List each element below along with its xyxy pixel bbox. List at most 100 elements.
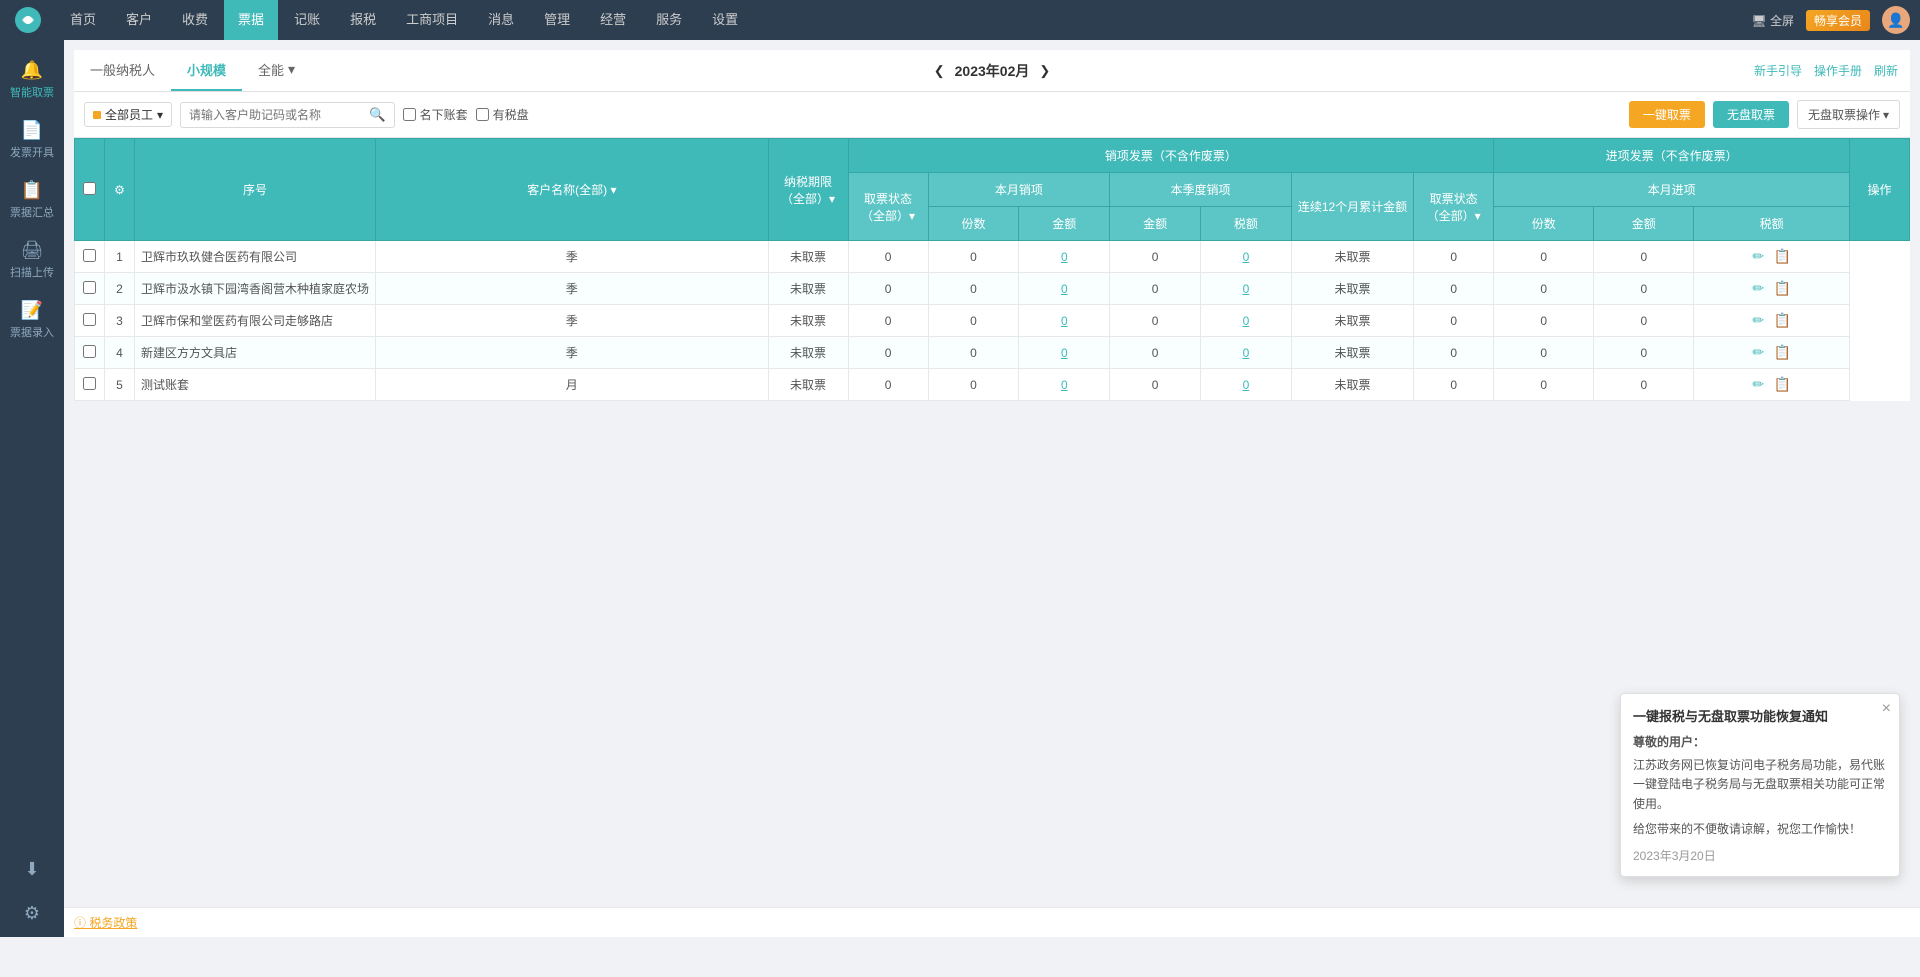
row-p-tax: 0 xyxy=(1594,305,1694,337)
row-p-count: 0 xyxy=(1414,305,1494,337)
checkbox-my-accounts[interactable]: 名下账套 xyxy=(403,106,468,123)
row-checkbox-input[interactable] xyxy=(83,249,96,262)
edit-icon[interactable]: ✏ xyxy=(1752,312,1764,328)
edit-icon[interactable]: ✏ xyxy=(1752,280,1764,296)
detail-icon[interactable]: 📋 xyxy=(1774,376,1791,392)
row-checkbox[interactable] xyxy=(75,241,105,273)
sidebar-label-invoice-open: 发票开具 xyxy=(10,144,54,160)
row-checkbox[interactable] xyxy=(75,305,105,337)
row-sq-amount: 0 xyxy=(1019,369,1110,401)
tax-policy-link[interactable]: ⓘ 税务政策 xyxy=(74,914,137,931)
search-button[interactable]: 🔍 xyxy=(361,103,394,127)
top-nav-right: 🖥 全屏 畅享会员 👤 xyxy=(1751,6,1910,34)
row-checkbox-input[interactable] xyxy=(83,345,96,358)
table-row: 3 卫辉市保和堂医药有限公司走够路店 季 未取票 0 0 0 0 0 未取票 0… xyxy=(75,305,1910,337)
edit-icon[interactable]: ✏ xyxy=(1752,376,1764,392)
row-s-count: 0 xyxy=(848,305,928,337)
nav-business[interactable]: 工商项目 xyxy=(392,0,472,40)
row-no-seq: 3 xyxy=(105,305,135,337)
nav-invoice[interactable]: 票据 xyxy=(224,0,278,40)
nav-management[interactable]: 管理 xyxy=(530,0,584,40)
sidebar-item-help[interactable]: ⚙ xyxy=(0,893,64,937)
row-p-status: 未取票 xyxy=(1291,369,1413,401)
row-cumulative: 0 xyxy=(1201,369,1292,401)
nav-settings[interactable]: 设置 xyxy=(698,0,752,40)
row-s-amount: 0 xyxy=(928,369,1019,401)
row-checkbox-input[interactable] xyxy=(83,377,96,390)
table-row: 4 新建区方方文具店 季 未取票 0 0 0 0 0 未取票 0 0 0 ✏ 📋 xyxy=(75,337,1910,369)
nav-message[interactable]: 消息 xyxy=(474,0,528,40)
manual-btn[interactable]: 操作手册 xyxy=(1814,62,1862,79)
one-click-ticket-btn[interactable]: 一键取票 xyxy=(1629,101,1705,128)
invoice-summary-icon: 📋 xyxy=(21,180,43,201)
detail-icon[interactable]: 📋 xyxy=(1774,280,1791,296)
nav-tax[interactable]: 报税 xyxy=(336,0,390,40)
nav-service[interactable]: 服务 xyxy=(642,0,696,40)
search-input[interactable] xyxy=(181,104,361,126)
row-p-count: 0 xyxy=(1414,273,1494,305)
guide-btn[interactable]: 新手引导 xyxy=(1754,62,1802,79)
tabs-right-actions: 新手引导 操作手册 刷新 xyxy=(1754,62,1910,79)
edit-icon[interactable]: ✏ xyxy=(1752,344,1764,360)
employee-select[interactable]: 全部员工 ▾ xyxy=(84,102,172,127)
sub-mp-tax: 税额 xyxy=(1694,207,1850,241)
notification-popup: × 一键报税与无盘取票功能恢复通知 尊敬的用户： 江苏政务网已恢复访问电子税务局… xyxy=(1620,693,1900,877)
nav-home[interactable]: 首页 xyxy=(56,0,110,40)
sub-quarterly-sales: 本季度销项 xyxy=(1110,173,1292,207)
avatar[interactable]: 👤 xyxy=(1882,6,1910,34)
detail-icon[interactable]: 📋 xyxy=(1774,312,1791,328)
tab-general[interactable]: 一般纳税人 xyxy=(74,50,171,91)
row-cumulative: 0 xyxy=(1201,337,1292,369)
row-checkbox[interactable] xyxy=(75,369,105,401)
row-customer: 新建区方方文具店 xyxy=(135,337,376,369)
sidebar-item-download[interactable]: ⬇ xyxy=(0,849,64,893)
row-customer: 卫辉市汲水镇下园湾香阁营木种植家庭农场 xyxy=(135,273,376,305)
nav-operation[interactable]: 经营 xyxy=(586,0,640,40)
dot-icon xyxy=(93,111,101,119)
select-all-checkbox[interactable] xyxy=(83,182,96,195)
fullscreen-btn[interactable]: 🖥 全屏 xyxy=(1751,12,1794,29)
refresh-btn[interactable]: 刷新 xyxy=(1874,62,1898,79)
row-s-count: 0 xyxy=(848,273,928,305)
row-actions: ✏ 📋 xyxy=(1694,273,1850,305)
checkbox-my-accounts-input[interactable] xyxy=(403,108,416,121)
no-disk-ticket-btn[interactable]: 无盘取票 xyxy=(1713,101,1789,128)
table-row: 5 测试账套 月 未取票 0 0 0 0 0 未取票 0 0 0 ✏ 📋 xyxy=(75,369,1910,401)
tab-small-scale[interactable]: 小规模 xyxy=(171,50,242,91)
row-customer: 卫辉市保和堂医药有限公司走够路店 xyxy=(135,305,376,337)
checkbox-tax-disk-input[interactable] xyxy=(476,108,489,121)
detail-icon[interactable]: 📋 xyxy=(1774,248,1791,264)
checkbox-tax-disk[interactable]: 有税盘 xyxy=(476,106,529,123)
row-s-amount: 0 xyxy=(928,305,1019,337)
toolbar: 全部员工 ▾ 🔍 名下账套 有税盘 一键取票 无盘取票 无盘取票操作 ▾ xyxy=(74,92,1910,138)
row-p-count: 0 xyxy=(1414,369,1494,401)
row-actions: ✏ 📋 xyxy=(1694,305,1850,337)
nav-bookkeeping[interactable]: 记账 xyxy=(280,0,334,40)
next-period-btn[interactable]: ❯ xyxy=(1039,63,1050,79)
sidebar-item-invoice-open[interactable]: 📄 发票开具 xyxy=(0,110,64,170)
sub-qs-amount: 金额 xyxy=(1110,207,1201,241)
edit-icon[interactable]: ✏ xyxy=(1752,248,1764,264)
sidebar-item-invoice-summary[interactable]: 📋 票据汇总 xyxy=(0,170,64,230)
col-customer-header: 客户名称(全部) ▾ xyxy=(376,139,769,241)
row-checkbox[interactable] xyxy=(75,273,105,305)
sidebar-item-scan-upload[interactable]: 🖨 扫描上传 xyxy=(0,230,64,290)
nav-customer[interactable]: 客户 xyxy=(112,0,166,40)
tab-full[interactable]: 全能 ▾ xyxy=(242,50,311,91)
row-cumulative: 0 xyxy=(1201,241,1292,273)
no-disk-ops-btn[interactable]: 无盘取票操作 ▾ xyxy=(1797,100,1900,129)
member-btn[interactable]: 畅享会员 xyxy=(1806,10,1870,31)
prev-period-btn[interactable]: ❮ xyxy=(934,63,945,79)
sidebar-item-invoice-entry[interactable]: 📝 票据录入 xyxy=(0,290,64,350)
detail-icon[interactable]: 📋 xyxy=(1774,344,1791,360)
row-checkbox-input[interactable] xyxy=(83,281,96,294)
sidebar-item-smart-ticket[interactable]: 🔔 智能取票 xyxy=(0,50,64,110)
tabs-left: 一般纳税人 小规模 全能 ▾ xyxy=(74,50,311,91)
sub-cumulative: 连续12个月累计金额 xyxy=(1291,173,1413,241)
row-checkbox[interactable] xyxy=(75,337,105,369)
employee-select-label: 全部员工 xyxy=(105,106,153,123)
nav-billing[interactable]: 收费 xyxy=(168,0,222,40)
row-checkbox-input[interactable] xyxy=(83,313,96,326)
notification-close-btn[interactable]: × xyxy=(1882,700,1891,718)
notification-greeting: 尊敬的用户： xyxy=(1633,733,1887,750)
